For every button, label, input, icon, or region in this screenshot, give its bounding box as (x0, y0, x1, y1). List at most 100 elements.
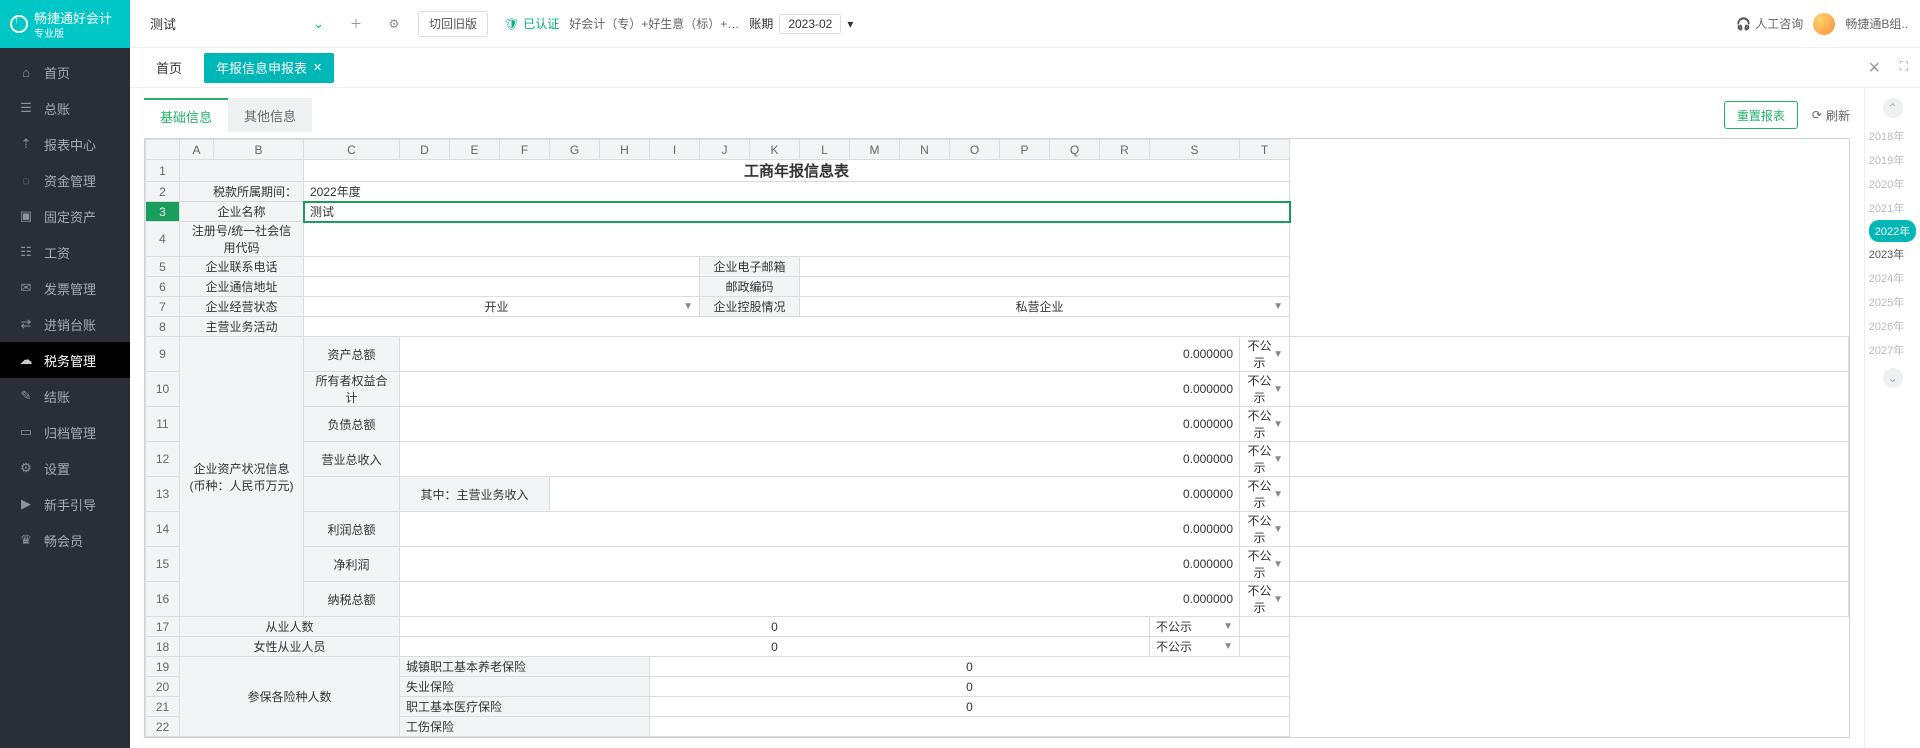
col-L[interactable]: L (800, 140, 850, 160)
col-A[interactable]: A (180, 140, 214, 160)
year-2025年[interactable]: 2025年 (1869, 290, 1916, 314)
close-all-icon[interactable]: × (1868, 57, 1880, 80)
fin-pub-7[interactable]: 不公示▼ (1240, 582, 1290, 617)
year-2020年[interactable]: 2020年 (1869, 172, 1916, 196)
nav-archive[interactable]: ▭归档管理 (0, 414, 130, 450)
nav-assets[interactable]: ▣固定资产 (0, 198, 130, 234)
close-icon[interactable]: ✕ (313, 61, 322, 74)
fin-val-3[interactable]: 0.000000 (400, 442, 1240, 477)
col-J[interactable]: J (700, 140, 750, 160)
col-Q[interactable]: Q (1050, 140, 1100, 160)
mainbiz-value-cell[interactable] (304, 317, 1290, 337)
ins-val-1[interactable]: 0 (650, 677, 1290, 697)
fin-pub-0[interactable]: 不公示▼ (1240, 337, 1290, 372)
year-2018年[interactable]: 2018年 (1869, 124, 1916, 148)
fin-pub-2[interactable]: 不公示▼ (1240, 407, 1290, 442)
refresh-button[interactable]: ⟳ 刷新 (1812, 107, 1850, 124)
email-value-cell[interactable] (800, 257, 1290, 277)
female-value-cell[interactable]: 0 (400, 637, 1150, 657)
nav-settings[interactable]: ⚙设置 (0, 450, 130, 486)
fin-pub-5[interactable]: 不公示▼ (1240, 512, 1290, 547)
status-select[interactable]: 开业▼ (304, 297, 700, 317)
year-2021年[interactable]: 2021年 (1869, 196, 1916, 220)
year-2023年[interactable]: 2023年 (1869, 242, 1916, 266)
col-K[interactable]: K (750, 140, 800, 160)
nav-guide[interactable]: ▶新手引导 (0, 486, 130, 522)
period-label: 账期 (749, 15, 773, 32)
fin-pub-4[interactable]: 不公示▼ (1240, 477, 1290, 512)
human-service-button[interactable]: 🎧 人工咨询 (1736, 15, 1803, 32)
fin-pub-6[interactable]: 不公示▼ (1240, 547, 1290, 582)
col-N[interactable]: N (900, 140, 950, 160)
year-2019年[interactable]: 2019年 (1869, 148, 1916, 172)
tab-annual-report[interactable]: 年报信息申报表 ✕ (204, 53, 334, 83)
switch-old-button[interactable]: 切回旧版 (418, 11, 488, 37)
nav-inventory[interactable]: ⇄进销台账 (0, 306, 130, 342)
period-selector[interactable]: 账期 2023-02 ▾ (749, 14, 853, 34)
nav-salary[interactable]: ☷工资 (0, 234, 130, 270)
fin-val-6[interactable]: 0.000000 (400, 547, 1240, 582)
add-button[interactable]: ＋ (342, 10, 370, 38)
nav-tax[interactable]: ☁税务管理 (0, 342, 130, 378)
fullscreen-icon[interactable]: ⛶ (1900, 59, 1908, 74)
subtab-basic[interactable]: 基础信息 (144, 98, 228, 132)
fin-val-2[interactable]: 0.000000 (400, 407, 1240, 442)
nav-reports[interactable]: ⇡报表中心 (0, 126, 130, 162)
subtab-other[interactable]: 其他信息 (228, 98, 312, 132)
phone-value-cell[interactable] (304, 257, 700, 277)
holding-select[interactable]: 私营企业▼ (800, 297, 1290, 317)
reset-report-button[interactable]: 重置报表 (1724, 101, 1798, 129)
year-down-button[interactable]: ⌄ (1883, 368, 1903, 388)
ins-val-2[interactable]: 0 (650, 697, 1290, 717)
nav-ledger[interactable]: ☰总账 (0, 90, 130, 126)
col-I[interactable]: I (650, 140, 700, 160)
col-E[interactable]: E (450, 140, 500, 160)
col-T[interactable]: T (1240, 140, 1290, 160)
col-G[interactable]: G (550, 140, 600, 160)
fin-pub-1[interactable]: 不公示▼ (1240, 372, 1290, 407)
addr-value-cell[interactable] (304, 277, 700, 297)
col-F[interactable]: F (500, 140, 550, 160)
col-P[interactable]: P (1000, 140, 1050, 160)
brand: 畅捷通好会计 专业版 (0, 0, 130, 48)
company-value-cell[interactable]: 测试 (304, 202, 1290, 222)
col-C[interactable]: C (304, 140, 400, 160)
year-2027年[interactable]: 2027年 (1869, 338, 1916, 362)
ins-val-3[interactable] (650, 717, 1290, 737)
ins-val-0[interactable]: 0 (650, 657, 1290, 677)
year-2022年[interactable]: 2022年 (1869, 220, 1916, 242)
year-up-button[interactable]: ⌃ (1883, 98, 1903, 118)
year-2026年[interactable]: 2026年 (1869, 314, 1916, 338)
nav-home[interactable]: ⌂首页 (0, 54, 130, 90)
col-R[interactable]: R (1100, 140, 1150, 160)
fin-val-1[interactable]: 0.000000 (400, 372, 1240, 407)
emp-value-cell[interactable]: 0 (400, 617, 1150, 637)
col-O[interactable]: O (950, 140, 1000, 160)
col-S[interactable]: S (1150, 140, 1240, 160)
col-D[interactable]: D (400, 140, 450, 160)
spreadsheet-grid[interactable]: ABCDEFGHIJKLMNOPQRST 1工商年报信息表 2税款所属期间：20… (144, 138, 1850, 738)
nav-funds[interactable]: ◌资金管理 (0, 162, 130, 198)
period-value-cell[interactable]: 2022年度 (304, 182, 1290, 202)
tab-home[interactable]: 首页 (144, 53, 194, 83)
female-pub-select[interactable]: 不公示▼ (1150, 637, 1240, 657)
avatar[interactable] (1813, 13, 1835, 35)
fin-pub-3[interactable]: 不公示▼ (1240, 442, 1290, 477)
fin-val-5[interactable]: 0.000000 (400, 512, 1240, 547)
col-M[interactable]: M (850, 140, 900, 160)
col-B[interactable]: B (214, 140, 304, 160)
nav-close[interactable]: ✎结账 (0, 378, 130, 414)
ins-label-2: 职工基本医疗保险 (400, 697, 650, 717)
emp-pub-select[interactable]: 不公示▼ (1150, 617, 1240, 637)
fin-val-4[interactable]: 0.000000 (550, 477, 1240, 512)
fin-val-0[interactable]: 0.000000 (400, 337, 1240, 372)
settings-icon[interactable]: ⚙ (380, 10, 408, 38)
year-2024年[interactable]: 2024年 (1869, 266, 1916, 290)
fin-val-7[interactable]: 0.000000 (400, 582, 1240, 617)
nav-invoice[interactable]: ✉发票管理 (0, 270, 130, 306)
post-value-cell[interactable] (800, 277, 1290, 297)
col-H[interactable]: H (600, 140, 650, 160)
nav-vip[interactable]: ♛畅会员 (0, 522, 130, 558)
company-selector[interactable]: 测试 ⌄ (142, 9, 332, 39)
reg-value-cell[interactable] (304, 222, 1290, 257)
